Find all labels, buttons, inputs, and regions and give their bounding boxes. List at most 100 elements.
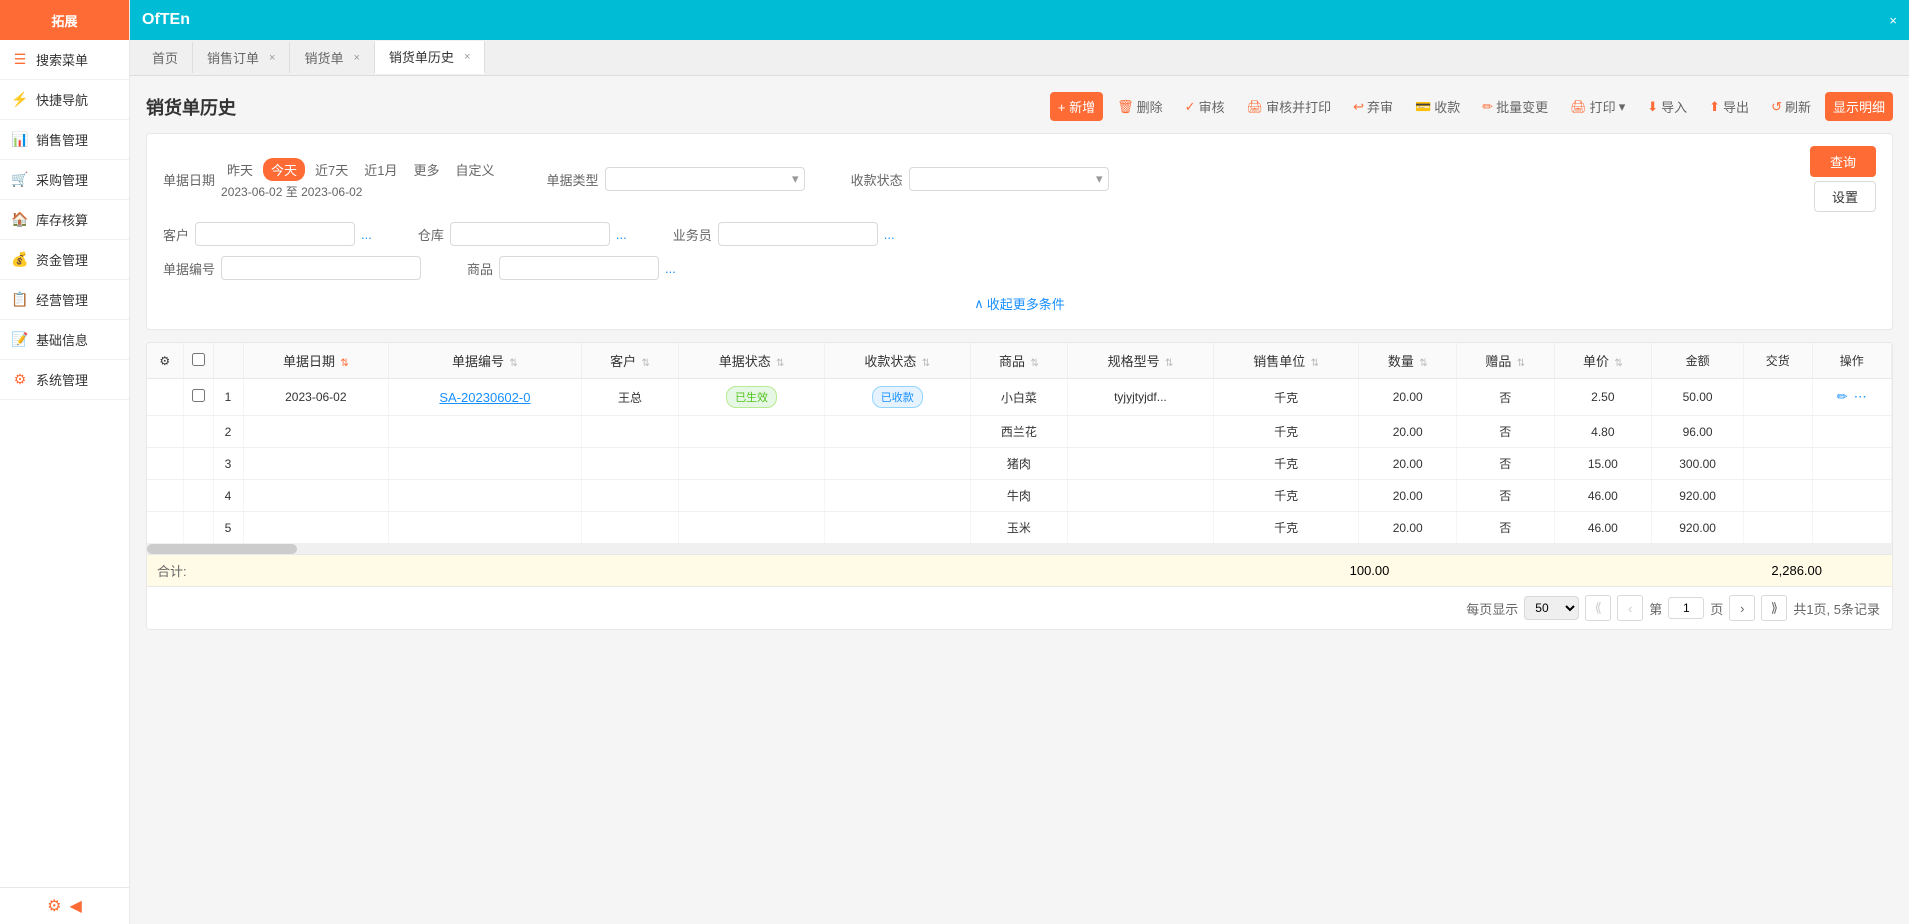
row-doc-no[interactable] bbox=[389, 448, 582, 480]
sidebar-item-system[interactable]: ⚙ 系统管理 bbox=[0, 360, 129, 400]
sidebar-item-quick-nav[interactable]: ⚡ 快捷导航 bbox=[0, 80, 129, 120]
audit-print-button[interactable]: 🖨 审核并打印 bbox=[1239, 92, 1340, 121]
more-action-icon[interactable]: ⋯ bbox=[1854, 389, 1867, 405]
sidebar-collapse-icon[interactable]: ◀ bbox=[70, 896, 82, 916]
refresh-button[interactable]: ↺ 刷新 bbox=[1763, 92, 1819, 121]
export-button[interactable]: ⬆ 导出 bbox=[1701, 92, 1757, 121]
sort-doc-status-icon[interactable]: ⇅ bbox=[776, 358, 784, 369]
tab-close-sales-goods[interactable]: × bbox=[353, 52, 359, 64]
col-spec[interactable]: 规格型号 ⇅ bbox=[1068, 343, 1214, 379]
customer-ellipsis[interactable]: ... bbox=[361, 227, 372, 242]
row-doc-no[interactable] bbox=[389, 512, 582, 544]
audit-button[interactable]: ✓ 审核 bbox=[1177, 92, 1233, 121]
next-page-button[interactable]: › bbox=[1729, 595, 1755, 621]
tab-home[interactable]: 首页 bbox=[138, 42, 193, 73]
collect-button[interactable]: 💳 收款 bbox=[1407, 92, 1468, 121]
col-collect-status[interactable]: 收款状态 ⇅ bbox=[824, 343, 970, 379]
col-doc-date[interactable]: 单据日期 ⇅ bbox=[243, 343, 389, 379]
col-unit[interactable]: 销售单位 ⇅ bbox=[1213, 343, 1359, 379]
type-input[interactable] bbox=[605, 167, 805, 191]
col-doc-status[interactable]: 单据状态 ⇅ bbox=[679, 343, 825, 379]
delete-button[interactable]: 🗑 删除 bbox=[1109, 92, 1171, 121]
sort-spec-icon[interactable]: ⇅ bbox=[1165, 358, 1173, 369]
col-unit-price[interactable]: 单价 ⇅ bbox=[1554, 343, 1652, 379]
tab-close-sales-history[interactable]: × bbox=[464, 51, 470, 63]
salesperson-input[interactable] bbox=[718, 222, 878, 246]
col-qty[interactable]: 数量 ⇅ bbox=[1359, 343, 1457, 379]
sort-doc-date-icon[interactable]: ⇅ bbox=[340, 358, 348, 369]
horizontal-scrollbar[interactable] bbox=[147, 544, 1892, 554]
sidebar-item-search-menu[interactable]: ☰ 搜索菜单 bbox=[0, 40, 129, 80]
row-customer bbox=[581, 480, 679, 512]
import-button[interactable]: ⬇ 导入 bbox=[1639, 92, 1695, 121]
sidebar-item-sales[interactable]: 📊 销售管理 bbox=[0, 120, 129, 160]
row-checkbox-cell[interactable] bbox=[183, 448, 213, 480]
date-btn-today[interactable]: 今天 bbox=[263, 158, 305, 181]
customer-input[interactable] bbox=[195, 222, 355, 246]
row-checkbox-cell[interactable] bbox=[183, 416, 213, 448]
date-btn-1month[interactable]: 近1月 bbox=[358, 158, 403, 181]
batch-change-button[interactable]: ✏ 批量变更 bbox=[1474, 92, 1556, 121]
row-checkbox[interactable] bbox=[192, 389, 205, 402]
sort-collect-status-icon[interactable]: ⇅ bbox=[922, 358, 930, 369]
print-button[interactable]: 🖨 打印 ▾ bbox=[1562, 92, 1633, 121]
tab-close-sales-order[interactable]: × bbox=[269, 52, 275, 64]
tab-sales-history[interactable]: 销货单历史 × bbox=[375, 41, 485, 74]
tab-sales-goods[interactable]: 销货单 × bbox=[290, 42, 374, 73]
row-checkbox-cell[interactable] bbox=[183, 480, 213, 512]
sidebar-item-operations[interactable]: 📋 经营管理 bbox=[0, 280, 129, 320]
row-doc-no[interactable] bbox=[389, 480, 582, 512]
col-checkbox[interactable] bbox=[183, 343, 213, 379]
sort-unit-price-icon[interactable]: ⇅ bbox=[1614, 358, 1622, 369]
query-button[interactable]: 查询 bbox=[1810, 146, 1876, 177]
date-btn-more[interactable]: 更多 bbox=[408, 158, 446, 181]
sort-goods-icon[interactable]: ⇅ bbox=[1030, 358, 1038, 369]
salesperson-ellipsis[interactable]: ... bbox=[884, 227, 895, 242]
last-page-button[interactable]: ⟫ bbox=[1761, 595, 1787, 621]
scrollbar-thumb[interactable] bbox=[147, 544, 297, 554]
sidebar-item-finance[interactable]: 💰 资金管理 bbox=[0, 240, 129, 280]
col-customer[interactable]: 客户 ⇅ bbox=[581, 343, 679, 379]
col-goods[interactable]: 商品 ⇅ bbox=[970, 343, 1068, 379]
first-page-button[interactable]: ⟪ bbox=[1585, 595, 1611, 621]
show-detail-button[interactable]: 显示明细 bbox=[1825, 92, 1893, 121]
collapse-button[interactable]: ∧ 收起更多条件 bbox=[970, 290, 1069, 317]
row-doc-no[interactable] bbox=[389, 416, 582, 448]
sort-doc-no-icon[interactable]: ⇅ bbox=[509, 358, 517, 369]
sort-customer-icon[interactable]: ⇅ bbox=[641, 358, 649, 369]
row-doc-no[interactable]: SA-20230602-0 bbox=[389, 379, 582, 416]
order-no-input[interactable] bbox=[221, 256, 421, 280]
collect-status-input[interactable] bbox=[909, 167, 1109, 191]
sidebar-item-inventory[interactable]: 🏠 库存核算 bbox=[0, 200, 129, 240]
sort-gift-icon[interactable]: ⇅ bbox=[1517, 358, 1525, 369]
discard-button[interactable]: ↩ 弃审 bbox=[1345, 92, 1401, 121]
warehouse-input[interactable] bbox=[450, 222, 610, 246]
date-btn-yesterday[interactable]: 昨天 bbox=[221, 158, 259, 181]
col-gift[interactable]: 赠品 ⇅ bbox=[1456, 343, 1554, 379]
row-checkbox-cell[interactable] bbox=[183, 379, 213, 416]
goods-ellipsis[interactable]: ... bbox=[665, 261, 676, 276]
new-button[interactable]: + 新增 bbox=[1050, 92, 1103, 121]
page-input[interactable] bbox=[1668, 597, 1704, 619]
doc-no-link[interactable]: SA-20230602-0 bbox=[439, 390, 530, 405]
prev-page-button[interactable]: ‹ bbox=[1617, 595, 1643, 621]
goods-label: 商品 bbox=[467, 259, 493, 278]
set-button[interactable]: 设置 bbox=[1814, 181, 1876, 212]
select-all-checkbox[interactable] bbox=[192, 353, 205, 366]
date-btn-7days[interactable]: 近7天 bbox=[309, 158, 354, 181]
edit-icon[interactable]: ✏ bbox=[1837, 389, 1848, 405]
col-settings[interactable]: ⚙ bbox=[147, 343, 183, 379]
sort-qty-icon[interactable]: ⇅ bbox=[1419, 358, 1427, 369]
sidebar-settings-icon[interactable]: ⚙ bbox=[47, 896, 61, 916]
top-bar-close[interactable]: × bbox=[1889, 13, 1897, 28]
per-page-select[interactable]: 50 100 200 bbox=[1524, 596, 1579, 620]
row-checkbox-cell[interactable] bbox=[183, 512, 213, 544]
goods-input[interactable] bbox=[499, 256, 659, 280]
col-doc-no[interactable]: 单据编号 ⇅ bbox=[389, 343, 582, 379]
sidebar-item-basic-info[interactable]: 📝 基础信息 bbox=[0, 320, 129, 360]
date-btn-custom[interactable]: 自定义 bbox=[450, 158, 501, 181]
tab-sales-order[interactable]: 销售订单 × bbox=[193, 42, 290, 73]
warehouse-ellipsis[interactable]: ... bbox=[616, 227, 627, 242]
sidebar-item-purchase[interactable]: 🛒 采购管理 bbox=[0, 160, 129, 200]
sort-unit-icon[interactable]: ⇅ bbox=[1311, 358, 1319, 369]
